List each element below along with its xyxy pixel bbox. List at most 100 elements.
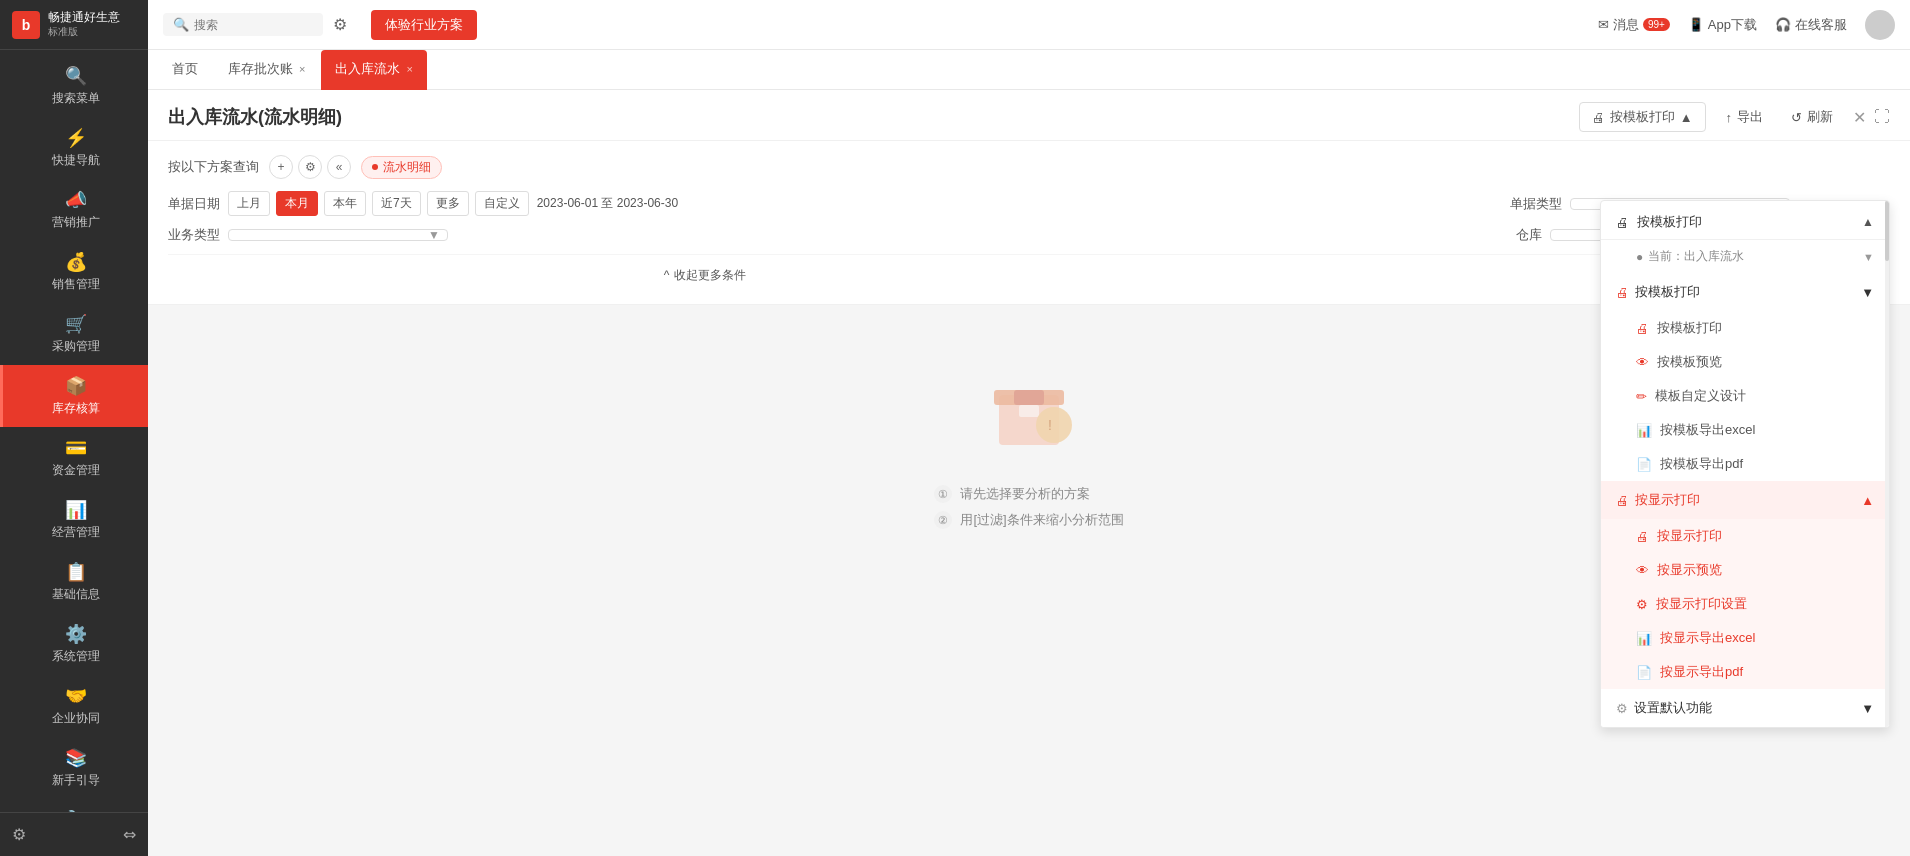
- user-avatar[interactable]: [1865, 10, 1895, 40]
- empty-illustration: !: [979, 365, 1079, 465]
- topbar-gear-icon[interactable]: ⚙: [333, 15, 347, 34]
- display-preview-item[interactable]: 👁 按显示预览: [1601, 553, 1889, 587]
- topbar: 🔍 ⚙ 体验行业方案 ✉ 消息 99+ 📱 App下载 🎧 在线客服: [148, 0, 1910, 50]
- business-type-input[interactable]: [228, 229, 448, 241]
- settings-icon[interactable]: ⚙: [12, 825, 26, 844]
- nav-icon-7: 📊: [65, 499, 87, 521]
- tab-0[interactable]: 首页: [158, 50, 212, 90]
- nav-icon-2: 📣: [65, 189, 87, 211]
- customer-service-label: 在线客服: [1795, 16, 1847, 34]
- tab-close-2[interactable]: ×: [406, 63, 412, 75]
- app-download-item[interactable]: 📱 App下载: [1688, 16, 1757, 34]
- date-btn-本月[interactable]: 本月: [276, 191, 318, 216]
- sidebar-item-3[interactable]: 💰销售管理: [0, 241, 148, 303]
- sidebar-item-5[interactable]: 📦库存核算: [0, 365, 148, 427]
- sidebar-item-7[interactable]: 📊经营管理: [0, 489, 148, 551]
- sidebar-item-4[interactable]: 🛒采购管理: [0, 303, 148, 365]
- hint-num-2: ②: [934, 511, 952, 529]
- section-display-arrow: ▲: [1861, 493, 1874, 508]
- phone-icon: 📱: [1688, 17, 1704, 32]
- dropdown-header: 🖨 按模板打印 ▲: [1601, 201, 1889, 240]
- headset-icon: 🎧: [1775, 17, 1791, 32]
- page-title: 出入库流水(流水明细): [168, 105, 342, 129]
- sidebar-item-2[interactable]: 📣营销推广: [0, 179, 148, 241]
- sidebar-item-8[interactable]: 📋基础信息: [0, 551, 148, 613]
- maximize-window-btn[interactable]: ⛶: [1874, 108, 1890, 126]
- filter-action-buttons: + ⚙ «: [269, 155, 351, 179]
- nav-icon-10: 🤝: [65, 685, 87, 707]
- date-btn-更多[interactable]: 更多: [427, 191, 469, 216]
- customer-service-item[interactable]: 🎧 在线客服: [1775, 16, 1847, 34]
- window-controls: ✕ ⛶: [1853, 108, 1890, 127]
- section-default-settings-header[interactable]: ⚙ 设置默认功能 ▼: [1601, 689, 1889, 727]
- date-btn-自定义[interactable]: 自定义: [475, 191, 529, 216]
- message-item[interactable]: ✉ 消息 99+: [1598, 16, 1670, 34]
- sidebar-item-9[interactable]: ⚙️系统管理: [0, 613, 148, 675]
- tab-2[interactable]: 出入库流水×: [321, 50, 426, 90]
- tab-1[interactable]: 库存批次账×: [214, 50, 319, 90]
- template-print-btn[interactable]: 🖨 按模板打印 ▲: [1579, 102, 1706, 132]
- dropdown-scrollbar-thumb[interactable]: [1885, 201, 1889, 261]
- template-design-item[interactable]: ✏ 模板自定义设计: [1601, 379, 1889, 413]
- add-filter-btn[interactable]: +: [269, 155, 293, 179]
- search-box[interactable]: 🔍: [163, 13, 323, 36]
- section-template-label: 按模板打印: [1635, 283, 1700, 301]
- sidebar-item-6[interactable]: 💳资金管理: [0, 427, 148, 489]
- sidebar-item-1[interactable]: ⚡快捷导航: [0, 117, 148, 179]
- dropdown-collapse-icon[interactable]: ▲: [1862, 215, 1874, 229]
- search-input[interactable]: [194, 18, 313, 32]
- template-preview-icon: 👁: [1636, 355, 1649, 370]
- filter-tag[interactable]: 流水明细: [361, 156, 442, 179]
- hint-num-1: ①: [934, 485, 952, 503]
- collapse-icon[interactable]: ⇔: [123, 825, 136, 844]
- tag-dot: [372, 164, 378, 170]
- export-btn[interactable]: ↑ 导出: [1718, 103, 1772, 131]
- section-template-print-header[interactable]: 🖨 按模板打印 ▼: [1601, 273, 1889, 311]
- page-actions: 🖨 按模板打印 ▲ ↑ 导出 ↺ 刷新 ✕ ⛶: [1579, 102, 1890, 132]
- template-export-excel-item[interactable]: 📊 按模板导出excel: [1601, 413, 1889, 447]
- warehouse-label: 仓库: [1516, 226, 1542, 244]
- sidebar-item-11[interactable]: 📚新手引导: [0, 737, 148, 799]
- template-preview-item[interactable]: 👁 按模板预览: [1601, 345, 1889, 379]
- display-export-excel-item[interactable]: 📊 按显示导出excel: [1601, 621, 1889, 655]
- nav-icon-8: 📋: [65, 561, 87, 583]
- date-label: 单据日期: [168, 195, 220, 213]
- sidebar-item-10[interactable]: 🤝企业协同: [0, 675, 148, 737]
- nav-label-0: 搜索菜单: [52, 90, 100, 107]
- search-icon: 🔍: [173, 17, 189, 32]
- svg-rect-3: [1019, 405, 1039, 417]
- display-settings-icon: ⚙: [1636, 597, 1648, 612]
- section-display-print-header[interactable]: 🖨 按显示打印 ▲: [1601, 481, 1889, 519]
- display-export-pdf-item[interactable]: 📄 按显示导出pdf: [1601, 655, 1889, 689]
- template-export-pdf-item[interactable]: 📄 按模板导出pdf: [1601, 447, 1889, 481]
- nav-icon-11: 📚: [65, 747, 87, 769]
- date-btn-近7天[interactable]: 近7天: [372, 191, 421, 216]
- hint-text-2: 用[过滤]条件来缩小分析范围: [960, 511, 1123, 529]
- sidebar-item-12[interactable]: 🔧应用中心: [0, 799, 148, 812]
- collapse-btn[interactable]: ^ 收起更多条件: [664, 267, 747, 284]
- settings-filter-btn[interactable]: ⚙: [298, 155, 322, 179]
- nav-icon-3: 💰: [65, 251, 87, 273]
- refresh-btn[interactable]: ↺ 刷新: [1783, 103, 1841, 131]
- display-print-item[interactable]: 🖨 按显示打印: [1601, 519, 1889, 553]
- current-label-row: ● 当前：出入库流水 ▼: [1601, 240, 1889, 273]
- excel-icon: 📊: [1636, 423, 1652, 438]
- tab-close-1[interactable]: ×: [299, 63, 305, 75]
- display-pdf-icon: 📄: [1636, 665, 1652, 680]
- date-btn-本年[interactable]: 本年: [324, 191, 366, 216]
- export-icon: ↑: [1726, 110, 1733, 125]
- dropdown-scrollbar[interactable]: [1885, 201, 1889, 727]
- display-print-settings-item[interactable]: ⚙ 按显示打印设置: [1601, 587, 1889, 621]
- current-text: 当前：出入库流水: [1648, 248, 1744, 265]
- template-print-item[interactable]: 🖨 按模板打印: [1601, 311, 1889, 345]
- collapse-filter-btn[interactable]: «: [327, 155, 351, 179]
- pdf-icon: 📄: [1636, 457, 1652, 472]
- filter-label: 按以下方案查询: [168, 158, 259, 176]
- svg-text:!: !: [1048, 417, 1052, 433]
- close-window-btn[interactable]: ✕: [1853, 108, 1866, 127]
- business-type-select[interactable]: ▼: [228, 229, 448, 241]
- chevron-up-icon: ^: [664, 268, 670, 282]
- industry-btn[interactable]: 体验行业方案: [371, 10, 477, 40]
- date-btn-上月[interactable]: 上月: [228, 191, 270, 216]
- sidebar-item-0[interactable]: 🔍搜索菜单: [0, 55, 148, 117]
